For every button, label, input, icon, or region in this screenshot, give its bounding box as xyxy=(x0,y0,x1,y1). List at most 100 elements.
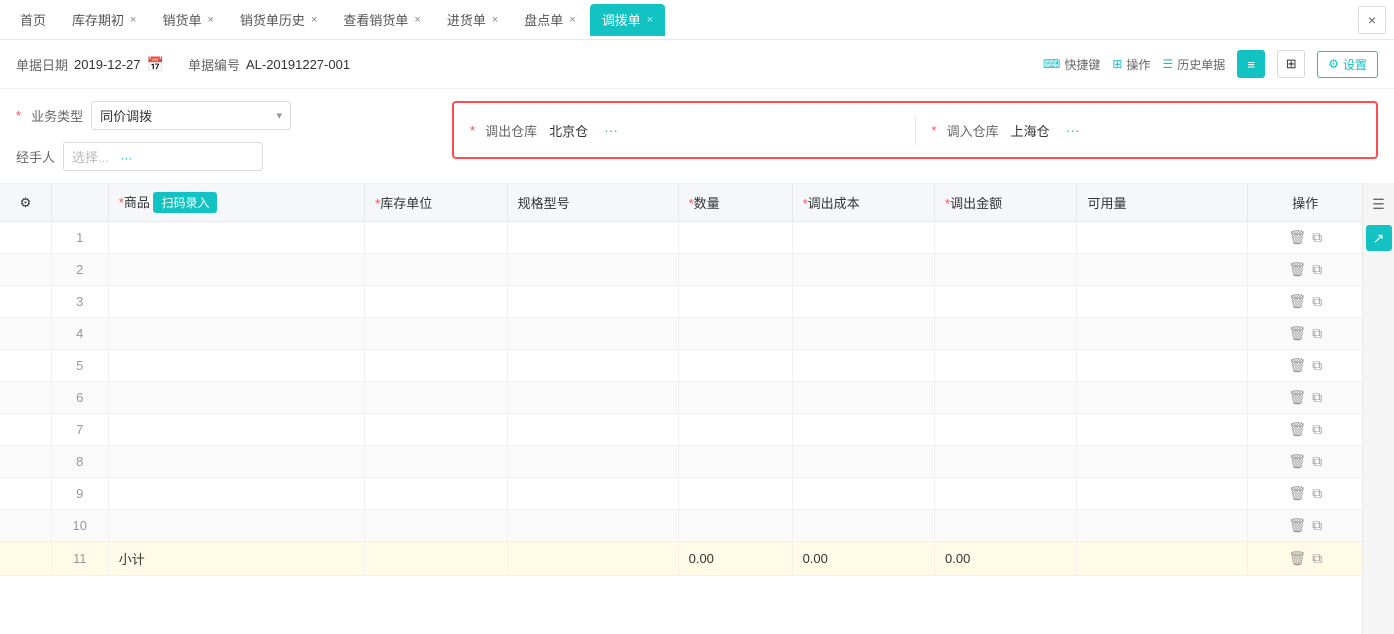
row-cost[interactable] xyxy=(792,510,934,542)
row-copy-icon[interactable]: ⧉ xyxy=(1312,453,1322,470)
row-spec[interactable] xyxy=(507,414,678,446)
tab-view-sales[interactable]: 查看销货单 × xyxy=(331,4,432,36)
row-spec[interactable] xyxy=(507,350,678,382)
row-cost[interactable] xyxy=(792,318,934,350)
handler-more-icon[interactable]: ··· xyxy=(120,151,132,165)
row-unit[interactable] xyxy=(365,478,507,510)
row-spec[interactable] xyxy=(507,478,678,510)
row-qty[interactable] xyxy=(678,254,792,286)
tab-close-purchase-order[interactable]: × xyxy=(492,14,498,26)
row-spec[interactable] xyxy=(507,446,678,478)
window-close-button[interactable]: × xyxy=(1358,6,1386,34)
tab-close-inventory-count[interactable]: × xyxy=(569,14,575,26)
subtotal-delete-icon[interactable]: 🗑 xyxy=(1288,550,1306,567)
row-amount[interactable] xyxy=(935,254,1077,286)
tab-close-transfer-order[interactable]: × xyxy=(647,14,653,26)
tab-sales-history[interactable]: 销货单历史 × xyxy=(228,4,329,36)
row-goods[interactable] xyxy=(108,414,364,446)
row-amount[interactable] xyxy=(935,510,1077,542)
row-delete-icon[interactable]: 🗑 xyxy=(1288,357,1306,374)
row-copy-icon[interactable]: ⧉ xyxy=(1312,357,1322,374)
row-copy-icon[interactable]: ⧉ xyxy=(1312,389,1322,406)
row-unit[interactable] xyxy=(365,318,507,350)
row-delete-icon[interactable]: 🗑 xyxy=(1288,261,1306,278)
row-amount[interactable] xyxy=(935,382,1077,414)
tab-close-sales-history[interactable]: × xyxy=(311,14,317,26)
business-type-select[interactable]: 同价调拨 ▾ xyxy=(91,101,291,130)
row-goods[interactable] xyxy=(108,254,364,286)
row-copy-icon[interactable]: ⧉ xyxy=(1312,229,1322,246)
row-goods[interactable] xyxy=(108,350,364,382)
row-spec[interactable] xyxy=(507,222,678,254)
handler-select[interactable]: 选择... ··· xyxy=(63,142,263,171)
row-goods[interactable] xyxy=(108,222,364,254)
row-goods[interactable] xyxy=(108,478,364,510)
tab-close-view-sales[interactable]: × xyxy=(414,14,420,26)
row-qty[interactable] xyxy=(678,222,792,254)
row-unit[interactable] xyxy=(365,350,507,382)
row-goods[interactable] xyxy=(108,510,364,542)
row-amount[interactable] xyxy=(935,350,1077,382)
row-unit[interactable] xyxy=(365,286,507,318)
row-cost[interactable] xyxy=(792,414,934,446)
row-cost[interactable] xyxy=(792,286,934,318)
row-goods[interactable] xyxy=(108,318,364,350)
tab-inventory-count[interactable]: 盘点单 × xyxy=(512,4,587,36)
row-qty[interactable] xyxy=(678,414,792,446)
sidebar-link-icon[interactable]: ↗ xyxy=(1366,225,1392,251)
settings-button[interactable]: ⚙ 设置 xyxy=(1317,51,1378,78)
column-settings-icon[interactable]: ⚙ xyxy=(20,195,32,210)
row-delete-icon[interactable]: 🗑 xyxy=(1288,517,1306,534)
tab-close-inventory-init[interactable]: × xyxy=(130,14,136,26)
row-delete-icon[interactable]: 🗑 xyxy=(1288,389,1306,406)
row-spec[interactable] xyxy=(507,286,678,318)
row-copy-icon[interactable]: ⧉ xyxy=(1312,325,1322,342)
row-spec[interactable] xyxy=(507,254,678,286)
row-delete-icon[interactable]: 🗑 xyxy=(1288,485,1306,502)
scan-button[interactable]: 扫码录入 xyxy=(153,192,217,213)
row-spec[interactable] xyxy=(507,318,678,350)
list-view-button[interactable]: ≡ xyxy=(1237,50,1265,78)
row-cost[interactable] xyxy=(792,382,934,414)
row-unit[interactable] xyxy=(365,382,507,414)
col-header-settings[interactable]: ⚙ xyxy=(0,184,51,222)
row-qty[interactable] xyxy=(678,382,792,414)
subtotal-copy-icon[interactable]: ⧉ xyxy=(1312,550,1322,567)
row-copy-icon[interactable]: ⧉ xyxy=(1312,261,1322,278)
row-cost[interactable] xyxy=(792,254,934,286)
row-unit[interactable] xyxy=(365,414,507,446)
row-qty[interactable] xyxy=(678,286,792,318)
shortcuts-button[interactable]: ⌨ 快捷键 xyxy=(1043,56,1100,73)
row-unit[interactable] xyxy=(365,222,507,254)
row-unit[interactable] xyxy=(365,510,507,542)
row-amount[interactable] xyxy=(935,446,1077,478)
row-qty[interactable] xyxy=(678,318,792,350)
row-copy-icon[interactable]: ⧉ xyxy=(1312,485,1322,502)
row-delete-icon[interactable]: 🗑 xyxy=(1288,229,1306,246)
row-spec[interactable] xyxy=(507,382,678,414)
row-unit[interactable] xyxy=(365,446,507,478)
row-delete-icon[interactable]: 🗑 xyxy=(1288,325,1306,342)
row-qty[interactable] xyxy=(678,446,792,478)
tab-close-sales-order[interactable]: × xyxy=(207,14,213,26)
row-amount[interactable] xyxy=(935,222,1077,254)
row-cost[interactable] xyxy=(792,446,934,478)
calendar-icon[interactable]: 📅 xyxy=(147,56,164,73)
row-copy-icon[interactable]: ⧉ xyxy=(1312,421,1322,438)
operations-button[interactable]: ⊞ 操作 xyxy=(1112,56,1150,73)
row-goods[interactable] xyxy=(108,382,364,414)
row-qty[interactable] xyxy=(678,478,792,510)
row-unit[interactable] xyxy=(365,254,507,286)
sidebar-list-icon[interactable]: ☰ xyxy=(1366,191,1392,217)
row-goods[interactable] xyxy=(108,286,364,318)
tab-sales-order[interactable]: 销货单 × xyxy=(150,4,225,36)
in-warehouse-more-button[interactable]: ··· xyxy=(1066,122,1080,138)
row-goods[interactable] xyxy=(108,446,364,478)
row-cost[interactable] xyxy=(792,222,934,254)
tab-purchase-order[interactable]: 进货单 × xyxy=(435,4,510,36)
row-spec[interactable] xyxy=(507,510,678,542)
row-amount[interactable] xyxy=(935,318,1077,350)
row-qty[interactable] xyxy=(678,510,792,542)
row-amount[interactable] xyxy=(935,478,1077,510)
row-qty[interactable] xyxy=(678,350,792,382)
